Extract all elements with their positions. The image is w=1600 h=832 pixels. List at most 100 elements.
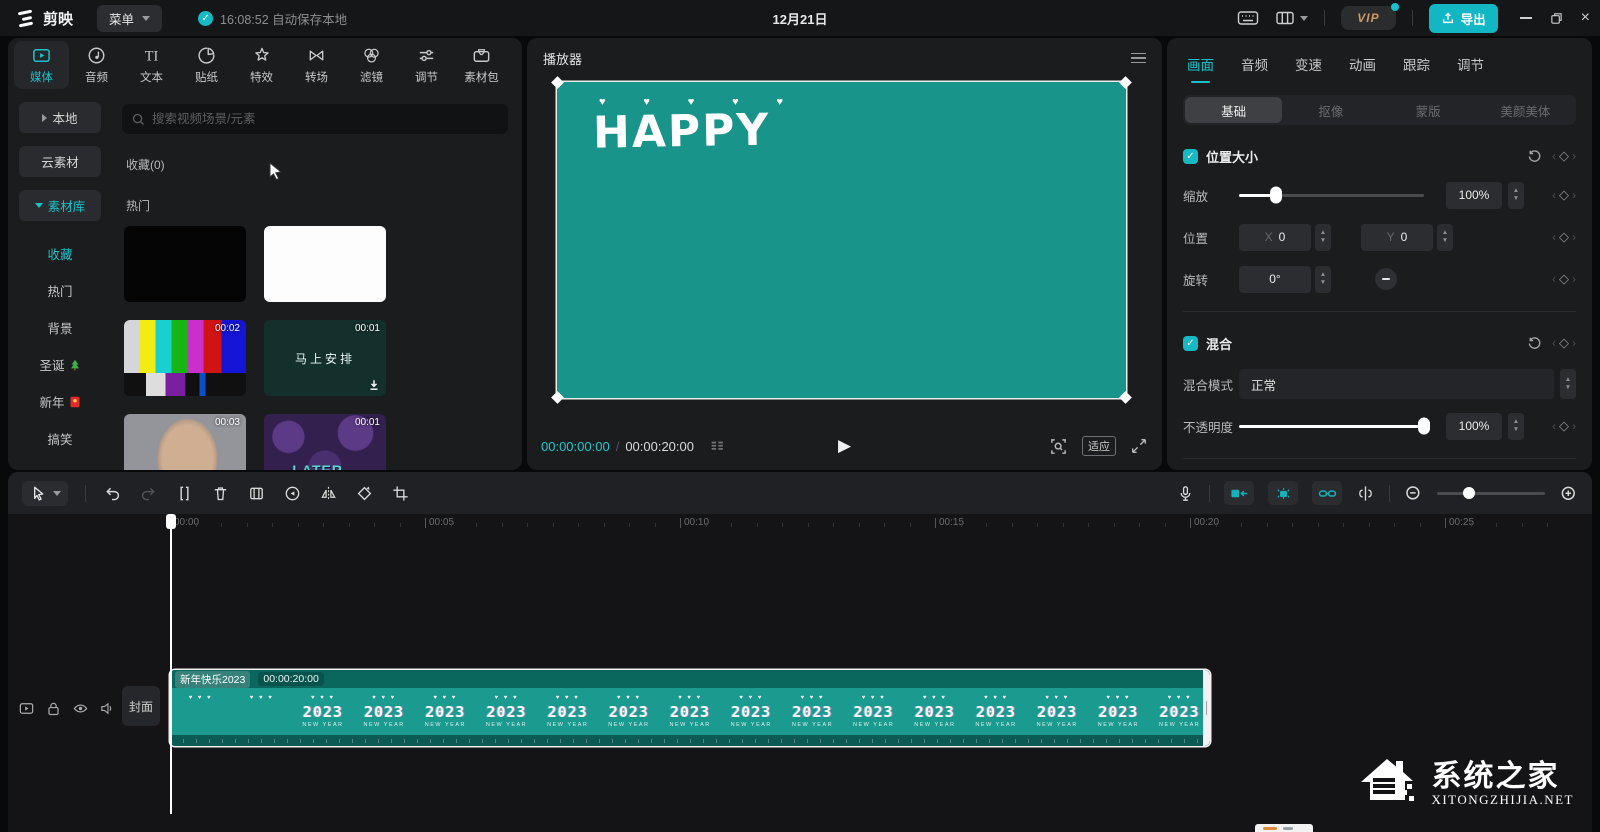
auto-snap-toggle[interactable] bbox=[1268, 481, 1298, 505]
inspector-tab-动画[interactable]: 动画 bbox=[1349, 54, 1376, 83]
play-button[interactable]: ▶ bbox=[838, 436, 851, 456]
sidebar-item-圣诞[interactable]: 圣诞 bbox=[8, 346, 112, 383]
timeline-zoom-out-icon[interactable] bbox=[1404, 484, 1423, 503]
opacity-stepper[interactable]: ▲ ▼ bbox=[1508, 412, 1524, 440]
blend-checkbox[interactable]: ✓ bbox=[1183, 335, 1198, 351]
reset-icon[interactable] bbox=[1527, 149, 1542, 164]
media-tab-文本[interactable]: TI 文本 bbox=[124, 41, 179, 89]
sidebar-item-新年[interactable]: 新年 bbox=[8, 383, 112, 420]
reverse-button[interactable] bbox=[283, 484, 302, 503]
position-size-checkbox[interactable]: ✓ bbox=[1183, 148, 1198, 164]
sidebar-group-素材库[interactable]: 素材库 bbox=[19, 190, 101, 221]
media-tab-特效[interactable]: 特效 bbox=[234, 41, 289, 89]
position-x-stepper[interactable]: ▲ ▼ bbox=[1315, 223, 1331, 251]
selection-handle[interactable] bbox=[1119, 391, 1132, 404]
scale-slider[interactable] bbox=[1239, 186, 1424, 204]
material-thumbnail-face[interactable]: 00:03 bbox=[124, 414, 246, 470]
media-tab-转场[interactable]: 转场 bbox=[289, 41, 344, 89]
inspector-subtab-蒙版[interactable]: 蒙版 bbox=[1380, 97, 1477, 123]
track-type-icon[interactable] bbox=[18, 700, 35, 717]
timeline-zoom-in-icon[interactable] bbox=[1559, 484, 1578, 503]
frame-list-icon[interactable] bbox=[708, 437, 726, 455]
media-tab-音频[interactable]: 音频 bbox=[69, 41, 124, 89]
inspector-tab-变速[interactable]: 变速 bbox=[1295, 54, 1322, 83]
rotate-stepper[interactable]: ▲ ▼ bbox=[1315, 265, 1331, 293]
record-voiceover-button[interactable] bbox=[1176, 484, 1195, 503]
scale-value[interactable]: 100% bbox=[1446, 181, 1502, 209]
media-tab-调节[interactable]: 调节 bbox=[399, 41, 454, 89]
preview-canvas[interactable]: ♥ ♥ ♥ ♥ ♥ HAPPY bbox=[551, 76, 1132, 404]
material-thumbnail-teal-text[interactable]: 马上安排 00:01 bbox=[264, 320, 386, 396]
keyframe-control[interactable]: ‹ ◇ › bbox=[1552, 271, 1576, 287]
sidebar-group-本地[interactable]: 本地 bbox=[19, 102, 101, 133]
player-menu-icon[interactable] bbox=[1131, 52, 1146, 64]
delete-button[interactable] bbox=[211, 484, 230, 503]
opacity-slider[interactable] bbox=[1239, 417, 1430, 435]
sidebar-item-片头[interactable]: 片头 bbox=[8, 457, 112, 470]
media-tab-贴纸[interactable]: 贴纸 bbox=[179, 41, 234, 89]
sidebar-item-搞笑[interactable]: 搞笑 bbox=[8, 420, 112, 457]
selection-handle[interactable] bbox=[551, 391, 564, 404]
keyframe-control[interactable]: ‹ ◇ › bbox=[1552, 418, 1576, 434]
reset-icon[interactable] bbox=[1527, 336, 1542, 351]
mute-track-icon[interactable] bbox=[99, 700, 116, 717]
selection-handle[interactable] bbox=[551, 76, 564, 89]
scale-stepper[interactable]: ▲ ▼ bbox=[1508, 181, 1524, 209]
inspector-subtab-美颜美体[interactable]: 美颜美体 bbox=[1477, 97, 1574, 123]
layout-switch-icon[interactable] bbox=[1275, 10, 1309, 26]
close-button[interactable]: × bbox=[1581, 10, 1590, 26]
rotate-value[interactable]: 0° bbox=[1239, 265, 1311, 293]
lock-track-icon[interactable] bbox=[45, 700, 62, 717]
split-button[interactable] bbox=[175, 484, 194, 503]
fit-button[interactable]: 适应 bbox=[1082, 436, 1116, 456]
playhead-grip[interactable] bbox=[166, 514, 176, 529]
export-button[interactable]: 导出 bbox=[1428, 3, 1498, 33]
sidebar-group-云素材[interactable]: 云素材 bbox=[19, 146, 101, 177]
inspector-tab-跟踪[interactable]: 跟踪 bbox=[1403, 54, 1430, 83]
preview-axis-toggle[interactable] bbox=[1356, 484, 1375, 503]
select-tool-button[interactable] bbox=[22, 480, 68, 506]
position-x-field[interactable]: X 0 bbox=[1239, 223, 1311, 251]
vip-button[interactable]: VIP bbox=[1341, 3, 1399, 30]
blend-mode-select[interactable]: 正常 bbox=[1239, 369, 1554, 399]
canvas-text-overlay[interactable]: ♥ ♥ ♥ ♥ ♥ HAPPY bbox=[593, 96, 789, 159]
inspector-tab-调节[interactable]: 调节 bbox=[1457, 54, 1484, 83]
crop-button[interactable] bbox=[391, 484, 410, 503]
inspector-tab-画面[interactable]: 画面 bbox=[1187, 54, 1214, 83]
sidebar-item-背景[interactable]: 背景 bbox=[8, 309, 112, 346]
blend-mode-stepper[interactable]: ▲ ▼ bbox=[1560, 369, 1576, 399]
keyframe-control[interactable]: ‹ ◇ › bbox=[1552, 148, 1576, 164]
minimize-button[interactable] bbox=[1519, 17, 1532, 19]
inspector-subtab-抠像[interactable]: 抠像 bbox=[1282, 97, 1379, 123]
opacity-value[interactable]: 100% bbox=[1446, 412, 1502, 440]
linkage-toggle[interactable] bbox=[1312, 481, 1342, 505]
keyframe-control[interactable]: ‹ ◇ › bbox=[1552, 229, 1576, 245]
mirror-button[interactable] bbox=[319, 484, 338, 503]
cover-button[interactable]: 封面 bbox=[122, 686, 160, 726]
redo-button[interactable] bbox=[139, 484, 158, 503]
inspector-subtab-基础[interactable]: 基础 bbox=[1185, 97, 1283, 123]
selection-handle[interactable] bbox=[1119, 76, 1132, 89]
keyframe-control[interactable]: ‹ ◇ › bbox=[1552, 187, 1576, 203]
media-tab-素材包[interactable]: 素材包 bbox=[454, 41, 509, 89]
material-thumbnail-poster[interactable]: LATER... 00:01 bbox=[264, 414, 386, 470]
position-y-field[interactable]: Y 0 bbox=[1361, 223, 1433, 251]
timeline-ruler[interactable]: 00:00 00:05 00:10 00:15 00:20 00:25 bbox=[8, 514, 1592, 536]
shortcut-keyboard-icon[interactable] bbox=[1237, 10, 1259, 26]
timeline-zoom-slider[interactable] bbox=[1437, 487, 1545, 499]
search-input[interactable] bbox=[152, 112, 498, 126]
material-thumbnail-black[interactable] bbox=[124, 226, 246, 302]
media-tab-滤镜[interactable]: 滤镜 bbox=[344, 41, 399, 89]
search-box[interactable] bbox=[122, 104, 508, 134]
restore-button[interactable] bbox=[1550, 12, 1563, 25]
sidebar-item-热门[interactable]: 热门 bbox=[8, 272, 112, 309]
playhead[interactable] bbox=[166, 514, 176, 814]
clip-trim-handle-right[interactable] bbox=[1203, 670, 1210, 746]
undo-button[interactable] bbox=[103, 484, 122, 503]
freeze-frame-button[interactable] bbox=[247, 484, 266, 503]
menu-button[interactable]: 菜单 bbox=[97, 4, 163, 32]
keyframe-control[interactable]: ‹ ◇ › bbox=[1552, 335, 1576, 351]
material-thumbnail-white[interactable] bbox=[264, 226, 386, 302]
timeline[interactable]: 00:00 00:05 00:10 00:15 00:20 00:25 封面 新… bbox=[8, 514, 1592, 832]
media-tab-媒体[interactable]: 媒体 bbox=[14, 41, 69, 89]
